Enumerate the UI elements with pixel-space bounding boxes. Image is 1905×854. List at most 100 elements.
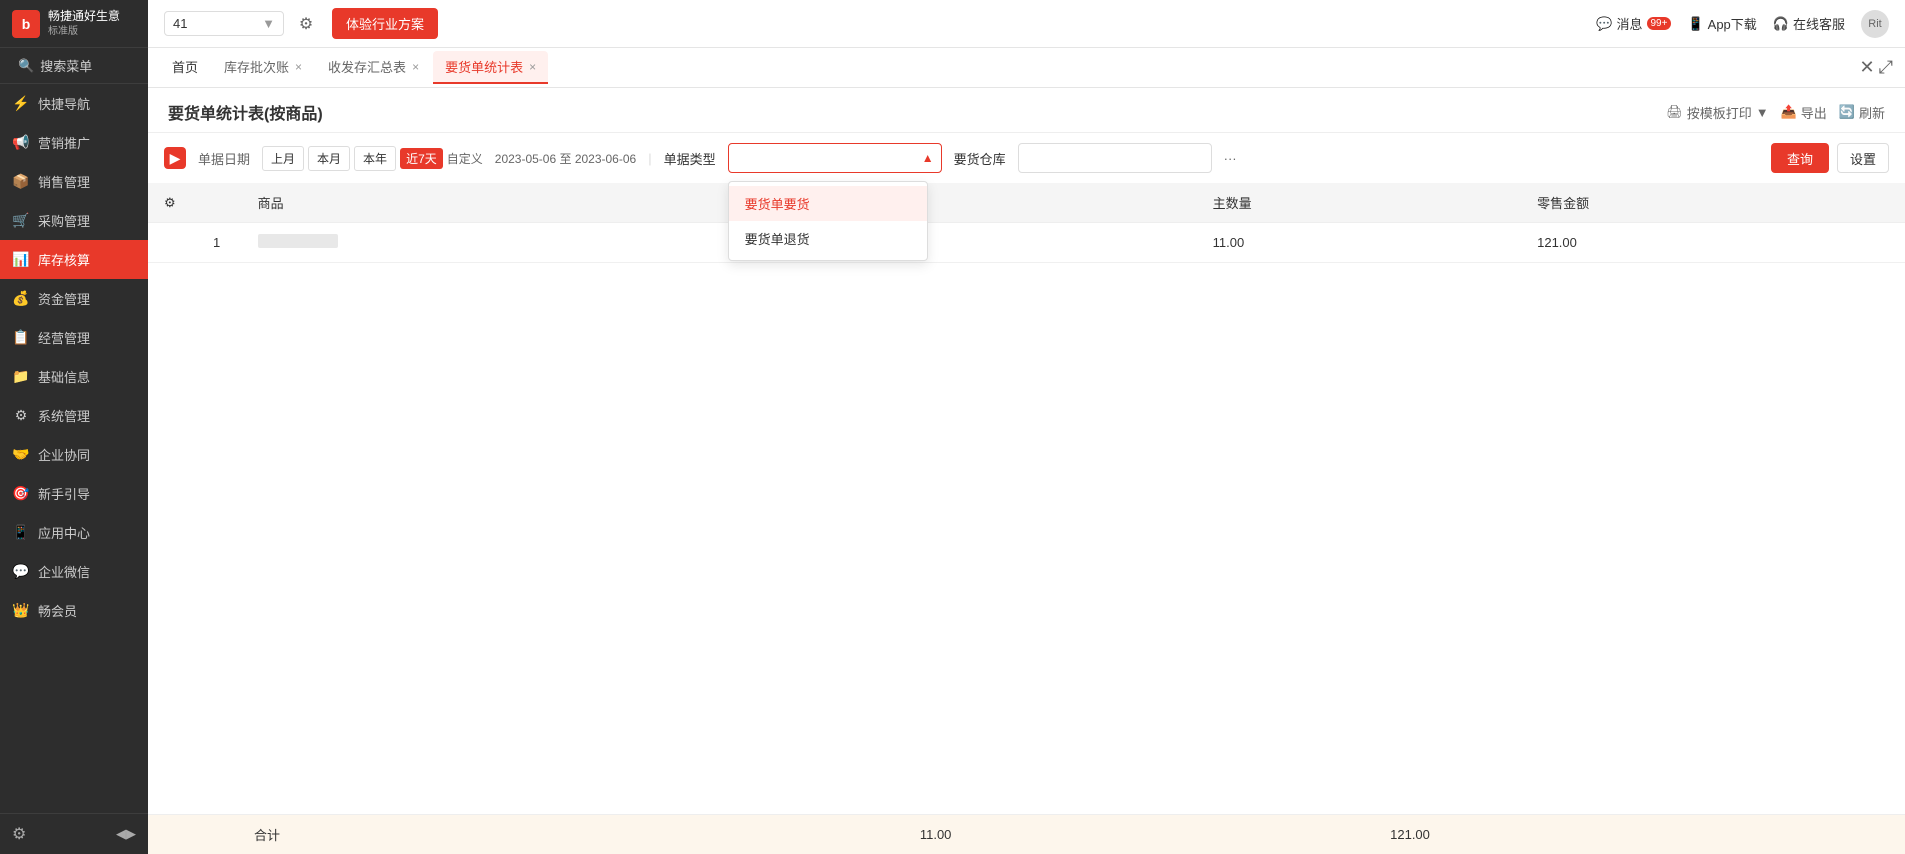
trial-button[interactable]: 体验行业方案 <box>332 8 438 39</box>
app-download-action[interactable]: 📱 App下载 <box>1687 14 1756 33</box>
col-quantity-header: 主数量 <box>1197 183 1521 223</box>
tab-inventory-batch-close[interactable]: × <box>295 60 302 74</box>
type-select-input[interactable] <box>728 143 942 173</box>
store-name: 41 <box>173 16 187 31</box>
setting-button[interactable]: 设置 <box>1837 143 1889 173</box>
dropdown-item-requisition-order[interactable]: 要货单要货 <box>729 186 927 221</box>
logo-text: 畅捷通好生意 标准版 <box>48 9 120 38</box>
filter-expand-button[interactable]: ▶ <box>164 147 186 169</box>
wechat-icon: 💬 <box>12 563 30 581</box>
tab-receive-summary[interactable]: 收发存汇总表 × <box>316 51 431 84</box>
member-icon: 👑 <box>12 602 30 620</box>
total-quantity-cell: 11.00 <box>904 815 1374 854</box>
marketing-icon: 📢 <box>12 134 30 152</box>
prev-month-button[interactable]: 上月 <box>262 146 304 171</box>
this-year-button[interactable]: 本年 <box>354 146 396 171</box>
row-retail-amount-cell: 121.00 <box>1521 223 1905 263</box>
sidebar-collapse-button[interactable]: ◀▶ <box>116 824 136 844</box>
product-placeholder <box>258 234 338 248</box>
tab-requisition-summary[interactable]: 要货单统计表 × <box>433 51 548 84</box>
sidebar-item-wechat[interactable]: 💬 企业微信 <box>0 552 148 591</box>
warehouse-filter-label: 要货仓库 <box>954 149 1006 168</box>
data-table: ⚙ 商品 主计量单位 主数量 零售金额 1 <box>148 183 1905 263</box>
warehouse-select-input[interactable] <box>1018 143 1212 173</box>
filter-divider: | <box>648 151 651 166</box>
store-chevron-icon: ▼ <box>262 16 275 31</box>
footer-settings-icon[interactable]: ⚙ <box>12 824 26 844</box>
total-row: 合计 11.00 121.00 <box>148 814 1905 854</box>
print-chevron-icon: ▼ <box>1756 105 1769 120</box>
more-filters-button[interactable]: ··· <box>1224 151 1237 166</box>
filter-bar: ▶ 单据日期 上月 本月 本年 近7天 自定义 2023-05-06 至 202… <box>148 133 1905 183</box>
store-selector[interactable]: 41 ▼ <box>164 11 284 36</box>
col-index-header <box>192 183 242 223</box>
messages-action[interactable]: 💬 消息 99+ <box>1596 14 1671 33</box>
total-row-data: 合计 11.00 121.00 <box>148 815 1905 854</box>
tab-requisition-summary-close[interactable]: × <box>529 60 536 74</box>
col-settings-header[interactable]: ⚙ <box>148 183 192 223</box>
system-icon: ⚙ <box>12 407 30 425</box>
type-dropdown: 要货单要货 要货单退货 <box>728 181 928 261</box>
tab-home[interactable]: 首页 <box>160 51 210 84</box>
messages-icon: 💬 <box>1596 16 1612 32</box>
date-filter-label: 单据日期 <box>198 149 250 168</box>
tab-close-all-icon[interactable]: ✕ <box>1860 57 1875 78</box>
sidebar-item-basic[interactable]: 📁 基础信息 <box>0 357 148 396</box>
header-right: 💬 消息 99+ 📱 App下载 🎧 在线客服 Rit <box>1596 10 1889 38</box>
main-area: 41 ▼ ⚙ 体验行业方案 💬 消息 99+ 📱 App下载 🎧 在线客服 Ri… <box>148 0 1905 854</box>
sidebar-item-guide[interactable]: 🎯 新手引导 <box>0 474 148 513</box>
appstore-icon: 📱 <box>12 524 30 542</box>
printer-icon: 🖨 <box>1666 104 1683 120</box>
refresh-button[interactable]: 🔄 刷新 <box>1839 103 1885 122</box>
sidebar-item-finance[interactable]: 💰 资金管理 <box>0 279 148 318</box>
page-actions: 🖨 按模板打印 ▼ 📤 导出 🔄 刷新 <box>1666 103 1885 122</box>
tab-receive-summary-close[interactable]: × <box>412 60 419 74</box>
tab-expand-icon[interactable]: ⤢ <box>1879 57 1893 78</box>
sidebar-nav: ⚡ 快捷导航 📢 营销推广 📦 销售管理 🛒 采购管理 📊 库存核算 💰 资金管… <box>0 84 148 813</box>
recent-7-days-badge[interactable]: 近7天 <box>400 148 443 169</box>
header-settings-button[interactable]: ⚙ <box>292 10 320 38</box>
sidebar-item-quick-nav[interactable]: ⚡ 快捷导航 <box>0 84 148 123</box>
sidebar-footer: ⚙ ◀▶ <box>0 813 148 854</box>
sidebar-item-appstore[interactable]: 📱 应用中心 <box>0 513 148 552</box>
sidebar-item-purchase[interactable]: 🛒 采购管理 <box>0 201 148 240</box>
operation-icon: 📋 <box>12 329 30 347</box>
search-icon: 🔍 <box>18 58 34 74</box>
total-retail-amount-cell: 121.00 <box>1374 815 1905 854</box>
tab-bar-actions: ✕ ⤢ <box>1860 57 1894 78</box>
this-month-button[interactable]: 本月 <box>308 146 350 171</box>
filter-action-buttons: 查询 设置 <box>1771 143 1889 173</box>
date-buttons: 上月 本月 本年 近7天 自定义 <box>262 146 483 171</box>
query-button[interactable]: 查询 <box>1771 143 1829 173</box>
export-button[interactable]: 📤 导出 <box>1781 103 1827 122</box>
dropdown-item-requisition-return[interactable]: 要货单退货 <box>729 221 927 256</box>
tab-inventory-batch[interactable]: 库存批次账 × <box>212 51 314 84</box>
sidebar-search[interactable]: 🔍 搜索菜单 <box>0 48 148 84</box>
print-template-button[interactable]: 🖨 按模板打印 ▼ <box>1666 103 1768 122</box>
type-select-wrapper: ▲ 要货单要货 要货单退货 <box>728 143 942 173</box>
sidebar-item-operation[interactable]: 📋 经营管理 <box>0 318 148 357</box>
inventory-icon: 📊 <box>12 251 30 269</box>
row-settings-cell <box>148 223 192 263</box>
user-avatar[interactable]: Rit <box>1861 10 1889 38</box>
page-header: 要货单统计表(按商品) 🖨 按模板打印 ▼ 📤 导出 🔄 刷新 <box>148 88 1905 133</box>
date-range-display: 2023-05-06 至 2023-06-06 <box>495 150 636 167</box>
sidebar-item-enterprise[interactable]: 🤝 企业协同 <box>0 435 148 474</box>
logo-icon: b <box>12 10 40 38</box>
tab-bar: 首页 库存批次账 × 收发存汇总表 × 要货单统计表 × ✕ ⤢ <box>148 48 1905 88</box>
sidebar-item-system[interactable]: ⚙ 系统管理 <box>0 396 148 435</box>
sidebar-item-sales[interactable]: 📦 销售管理 <box>0 162 148 201</box>
export-icon: 📤 <box>1781 104 1797 120</box>
total-table: 合计 11.00 121.00 <box>148 815 1905 854</box>
sidebar-item-inventory[interactable]: 📊 库存核算 <box>0 240 148 279</box>
row-product-cell <box>242 223 754 263</box>
custom-date-button[interactable]: 自定义 <box>447 150 483 167</box>
page-title: 要货单统计表(按商品) <box>168 100 323 124</box>
online-service-action[interactable]: 🎧 在线客服 <box>1773 14 1845 33</box>
row-index-cell: 1 <box>192 223 242 263</box>
row-quantity-cell: 11.00 <box>1197 223 1521 263</box>
col-product-header: 商品 <box>242 183 754 223</box>
sidebar-item-marketing[interactable]: 📢 营销推广 <box>0 123 148 162</box>
sidebar-item-member[interactable]: 👑 畅会员 <box>0 591 148 630</box>
col-retail-amount-header: 零售金额 <box>1521 183 1905 223</box>
